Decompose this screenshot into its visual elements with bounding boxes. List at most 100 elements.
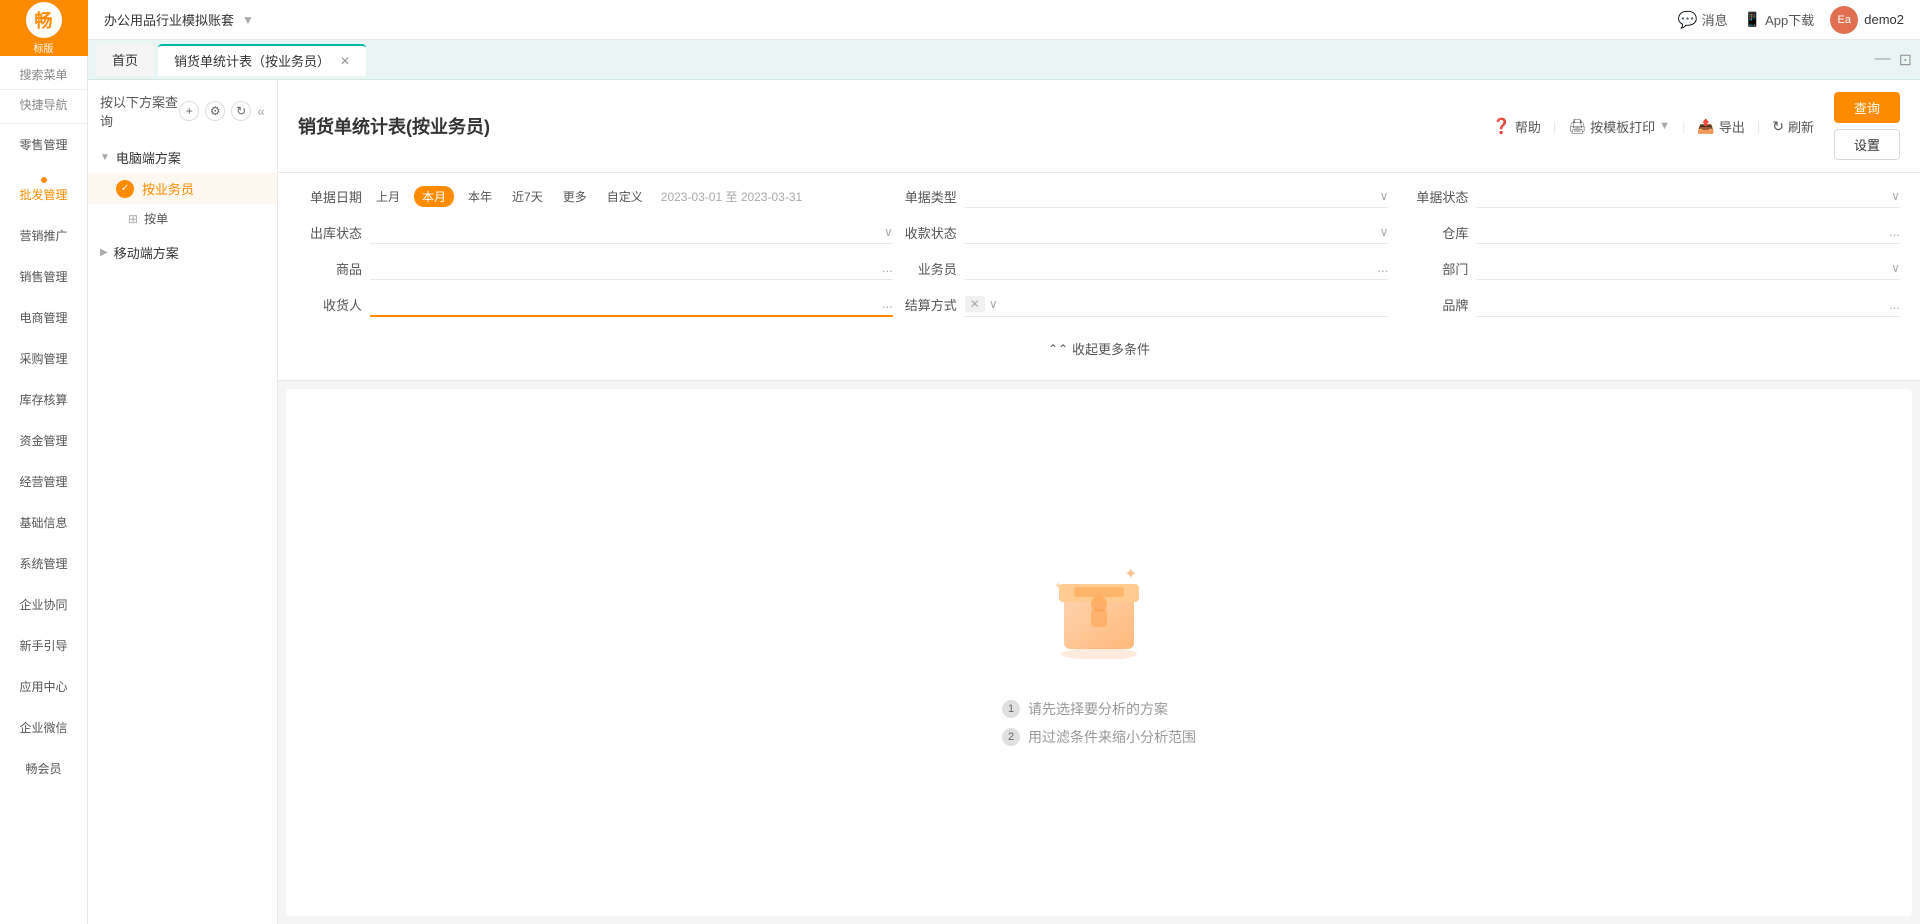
salesman-select[interactable]: ...: [965, 256, 1389, 280]
date-tab-this-month[interactable]: 本月: [414, 186, 454, 207]
salesman-col: 业务员 ...: [893, 256, 1389, 280]
filter-area: 单据日期 上月 本月 本年 近7天 更多 自定义 2023-03-01 至 20…: [278, 173, 1920, 381]
export-button[interactable]: 📤 导出: [1697, 117, 1744, 136]
tip-2-text: 用过滤条件来缩小分析范围: [1028, 727, 1196, 747]
user-menu[interactable]: Ea demo2: [1830, 6, 1904, 34]
print-button[interactable]: 🖨 按模板打印 ▼: [1568, 117, 1670, 136]
page-title: 销货单统计表(按业务员): [298, 113, 490, 139]
sidebar-item-ecommerce[interactable]: 电商管理: [0, 297, 87, 338]
goods-dots[interactable]: ...: [882, 260, 893, 275]
date-tab-this-year[interactable]: 本年: [462, 186, 498, 207]
consignee-input[interactable]: ...: [370, 292, 893, 317]
date-filter: 上月 本月 本年 近7天 更多 自定义 2023-03-01 至 2023-03…: [370, 186, 802, 207]
edit-scheme-button[interactable]: ⚙: [205, 101, 225, 121]
tip-1-text: 请先选择要分析的方案: [1028, 699, 1168, 719]
sidebar-item-enterprise[interactable]: 企业协同: [0, 584, 87, 625]
scheme-item-by-order[interactable]: ⊞ 按单: [88, 204, 277, 233]
sidebar-quick-nav[interactable]: 快捷导航: [0, 90, 87, 124]
warehouse-dots[interactable]: ...: [1889, 224, 1900, 239]
consignee-dots[interactable]: ...: [882, 296, 893, 311]
sidebar-item-marketing[interactable]: 营销推广: [0, 215, 87, 256]
sidebar-item-member[interactable]: 畅会员: [0, 748, 87, 789]
sidebar-item-wechat[interactable]: 企业微信: [0, 707, 87, 748]
payment-tag-clear[interactable]: ✕: [965, 296, 985, 312]
doc-type-select[interactable]: ∨: [965, 185, 1389, 208]
message-button[interactable]: 💬 消息: [1678, 10, 1728, 30]
doc-type-arrow: ∨: [1380, 189, 1389, 203]
sidebar-search-container[interactable]: 搜索菜单: [0, 56, 87, 90]
svg-text:✦: ✦: [1124, 566, 1137, 583]
date-tab-custom[interactable]: 自定义: [601, 186, 649, 207]
mobile-scheme-arrow: ▶: [100, 247, 108, 258]
help-button[interactable]: ❓ 帮助: [1492, 117, 1541, 136]
scheme-item-by-salesman[interactable]: ✓ 按业务员: [88, 173, 277, 204]
tab-sales-stat[interactable]: 销货单统计表（按业务员） ✕: [158, 44, 366, 76]
svg-text:✦: ✦: [1054, 581, 1062, 592]
tab-sales-stat-label: 销货单统计表（按业务员）: [174, 51, 330, 70]
date-tab-more[interactable]: 更多: [557, 186, 593, 207]
settings-button[interactable]: 设置: [1834, 129, 1900, 160]
title-dropdown-arrow[interactable]: ▼: [242, 13, 254, 27]
tab-home[interactable]: 首页: [96, 44, 154, 76]
print-label: 按模板打印: [1590, 117, 1655, 136]
app-logo[interactable]: 畅 标版: [0, 0, 88, 56]
mobile-scheme-group-header[interactable]: ▶ 移动端方案: [88, 237, 277, 268]
doc-status-select[interactable]: ∨: [1476, 185, 1900, 208]
sidebar-item-sales[interactable]: 销售管理: [0, 256, 87, 297]
brand-select[interactable]: ...: [1476, 293, 1900, 317]
sidebar-item-purchase[interactable]: 采购管理: [0, 338, 87, 379]
sidebar-item-wholesale[interactable]: 批发管理: [0, 165, 87, 215]
salesman-dots[interactable]: ...: [1378, 260, 1389, 275]
help-icon: ❓: [1492, 117, 1511, 135]
refresh-scheme-button[interactable]: ↻: [231, 101, 251, 121]
app-title[interactable]: 办公用品行业模拟账套: [104, 10, 234, 29]
tab-close-icon[interactable]: ✕: [340, 54, 350, 68]
warehouse-select[interactable]: ...: [1476, 220, 1900, 244]
payment-clear-x[interactable]: ✕: [970, 297, 980, 311]
payment-col: 结算方式 ✕ ∨: [893, 292, 1389, 317]
page-content: 按以下方案查询 + ⚙ ↻ « ▼ 电脑端方案: [88, 80, 1920, 924]
empty-tip-1: 1 请先选择要分析的方案: [1002, 699, 1196, 719]
brand-dots[interactable]: ...: [1889, 297, 1900, 312]
wholesale-label: 批发管理: [19, 188, 67, 202]
refresh-icon: ↻: [1772, 118, 1784, 135]
help-label: 帮助: [1515, 117, 1541, 136]
warehouse-col: 仓库 ...: [1388, 220, 1900, 244]
sidebar-item-inventory[interactable]: 库存核算: [0, 379, 87, 420]
add-scheme-button[interactable]: +: [179, 101, 199, 121]
sidebar-item-newbie[interactable]: 新手引导: [0, 625, 87, 666]
search-menu-label[interactable]: 搜索菜单: [19, 68, 67, 82]
refresh-label: 刷新: [1788, 117, 1814, 136]
app-download-button[interactable]: 📱 App下载: [1744, 10, 1815, 29]
sidebar-item-system[interactable]: 系统管理: [0, 543, 87, 584]
sidebar-item-finance[interactable]: 资金管理: [0, 420, 87, 461]
sidebar-item-operation[interactable]: 经营管理: [0, 461, 87, 502]
payment-select[interactable]: ✕ ∨: [965, 292, 1389, 317]
window-minimize-icon[interactable]: —: [1875, 50, 1891, 70]
dept-arrow: ∨: [1891, 261, 1900, 275]
desktop-scheme-group-header[interactable]: ▼ 电脑端方案: [88, 142, 277, 173]
user-avatar[interactable]: Ea: [1830, 6, 1858, 34]
scheme-by-salesman-label: 按业务员: [142, 179, 194, 198]
query-button[interactable]: 查询: [1834, 92, 1900, 123]
sidebar-item-basic[interactable]: 基础信息: [0, 502, 87, 543]
collapse-panel-button[interactable]: «: [257, 103, 265, 119]
quick-nav-label[interactable]: 快捷导航: [19, 98, 67, 112]
marketing-label: 营销推广: [19, 229, 67, 243]
date-tab-last-month[interactable]: 上月: [370, 186, 406, 207]
refresh-button[interactable]: ↻ 刷新: [1772, 117, 1814, 136]
window-expand-icon[interactable]: ⊡: [1899, 50, 1912, 70]
receipt-status-select[interactable]: ∨: [965, 221, 1389, 244]
edit-icon: ⚙: [210, 104, 221, 118]
sidebar-item-appstore[interactable]: 应用中心: [0, 666, 87, 707]
goods-select[interactable]: ...: [370, 256, 893, 280]
left-panel-title: 按以下方案查询: [100, 92, 179, 130]
dept-select[interactable]: ∨: [1476, 257, 1900, 280]
inventory-label: 库存核算: [19, 393, 67, 407]
date-tab-7days[interactable]: 近7天: [506, 186, 549, 207]
desktop-scheme-group: ▼ 电脑端方案 ✓ 按业务员 ⊞ 按单: [88, 142, 277, 233]
collapse-filter-button[interactable]: ⌃⌃ 收起更多条件: [1048, 333, 1150, 364]
out-status-select[interactable]: ∨: [370, 221, 893, 244]
logo-char: 畅: [35, 7, 53, 33]
sidebar-item-retail[interactable]: 零售管理: [0, 124, 87, 165]
